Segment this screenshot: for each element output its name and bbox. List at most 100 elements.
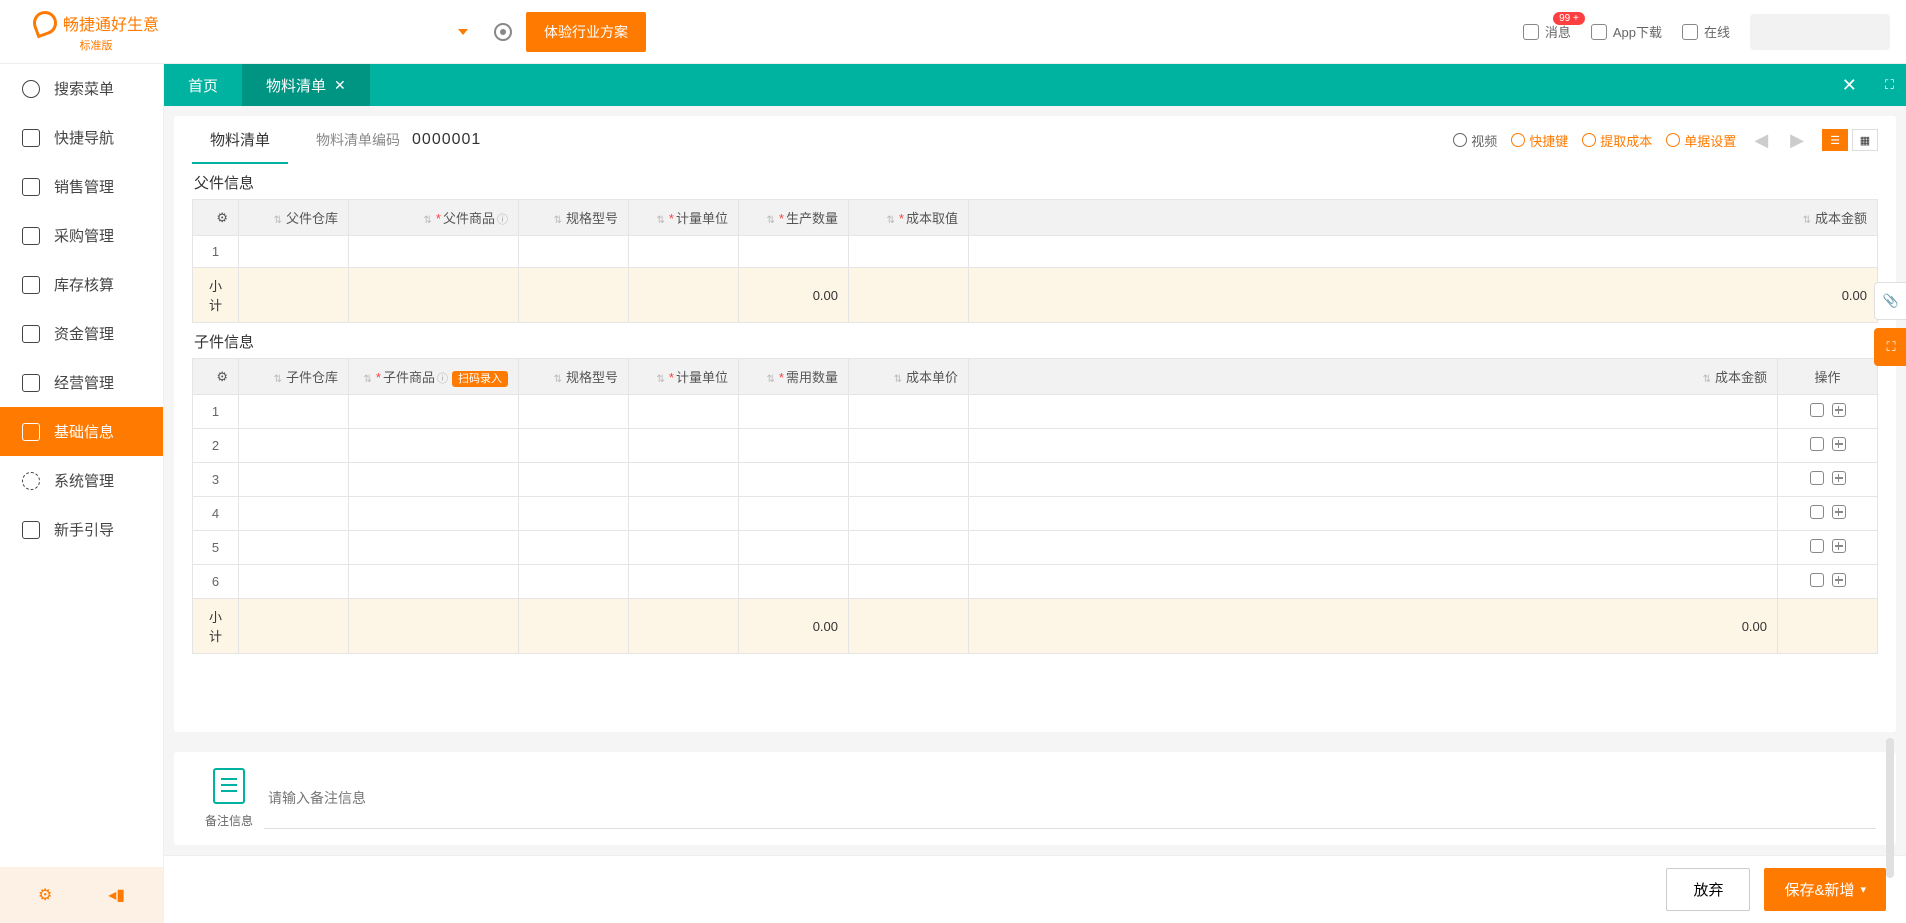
- user-profile-area[interactable]: [1750, 14, 1890, 50]
- add-row-icon[interactable]: [1832, 539, 1846, 553]
- cell-child-unit-cost[interactable]: [849, 395, 969, 429]
- col-parent-unit[interactable]: ⇅*计量单位: [629, 200, 739, 236]
- view-list-button[interactable]: ☰: [1822, 129, 1848, 151]
- delete-row-icon[interactable]: [1810, 471, 1824, 485]
- sidebar-item-system[interactable]: 系统管理: [0, 456, 163, 505]
- cell-parent-qty[interactable]: [739, 236, 849, 268]
- delete-row-icon[interactable]: [1810, 437, 1824, 451]
- online-support-link[interactable]: 在线: [1682, 22, 1730, 41]
- cell-child-qty[interactable]: [739, 565, 849, 599]
- col-config-icon[interactable]: ⚙: [193, 200, 239, 236]
- cell-child-cost-amount[interactable]: [969, 565, 1778, 599]
- sidebar-item-quicknav[interactable]: 快捷导航: [0, 113, 163, 162]
- col-child-spec[interactable]: ⇅规格型号: [519, 359, 629, 395]
- delete-row-icon[interactable]: [1810, 573, 1824, 587]
- cell-child-unit[interactable]: [629, 497, 739, 531]
- view-card-button[interactable]: ▦: [1852, 129, 1878, 151]
- app-download-link[interactable]: App下载: [1591, 22, 1662, 41]
- cell-child-qty[interactable]: [739, 429, 849, 463]
- cell-child-unit-cost[interactable]: [849, 565, 969, 599]
- discard-button[interactable]: 放弃: [1666, 868, 1750, 911]
- delete-row-icon[interactable]: [1810, 403, 1824, 417]
- sidebar-item-funds[interactable]: 资金管理: [0, 309, 163, 358]
- prev-doc-icon[interactable]: ◀: [1750, 130, 1772, 151]
- sidebar-settings-icon[interactable]: ⚙: [38, 885, 52, 905]
- cell-child-warehouse[interactable]: [239, 463, 349, 497]
- cell-child-spec[interactable]: [519, 531, 629, 565]
- org-selector[interactable]: [200, 29, 480, 35]
- col-child-product[interactable]: ⇅*子件商品ⓘ扫码录入: [349, 359, 519, 395]
- cell-child-qty[interactable]: [739, 497, 849, 531]
- cell-child-unit[interactable]: [629, 531, 739, 565]
- sidebar-item-inventory[interactable]: 库存核算: [0, 260, 163, 309]
- cell-parent-spec[interactable]: [519, 236, 629, 268]
- panel-tab-bom[interactable]: 物料清单: [192, 117, 288, 164]
- cell-child-spec[interactable]: [519, 497, 629, 531]
- cell-child-qty[interactable]: [739, 395, 849, 429]
- add-row-icon[interactable]: [1832, 573, 1846, 587]
- sidebar-item-operations[interactable]: 经营管理: [0, 358, 163, 407]
- cell-child-warehouse[interactable]: [239, 429, 349, 463]
- col-parent-cost-method[interactable]: ⇅*成本取值: [849, 200, 969, 236]
- tabs-close-all-icon[interactable]: ✕: [1826, 64, 1873, 106]
- col-parent-cost-amount[interactable]: ⇅成本金额: [969, 200, 1878, 236]
- add-row-icon[interactable]: [1832, 403, 1846, 417]
- attachment-floater-icon[interactable]: 📎: [1874, 282, 1906, 320]
- cell-child-product[interactable]: [349, 429, 519, 463]
- cell-child-product[interactable]: [349, 565, 519, 599]
- cell-child-unit-cost[interactable]: [849, 463, 969, 497]
- cell-child-spec[interactable]: [519, 429, 629, 463]
- tab-bom[interactable]: 物料清单 ✕: [242, 64, 370, 106]
- col-child-unit-cost[interactable]: ⇅成本单价: [849, 359, 969, 395]
- cell-child-warehouse[interactable]: [239, 565, 349, 599]
- cell-child-unit[interactable]: [629, 565, 739, 599]
- cell-child-qty[interactable]: [739, 463, 849, 497]
- cell-child-spec[interactable]: [519, 565, 629, 599]
- cell-child-cost-amount[interactable]: [969, 497, 1778, 531]
- child-row[interactable]: 5: [193, 531, 1878, 565]
- cell-child-cost-amount[interactable]: [969, 463, 1778, 497]
- cell-parent-product[interactable]: [349, 236, 519, 268]
- cell-child-cost-amount[interactable]: [969, 395, 1778, 429]
- cell-child-unit[interactable]: [629, 429, 739, 463]
- industry-demo-button[interactable]: 体验行业方案: [526, 12, 646, 52]
- sidebar-item-purchase[interactable]: 采购管理: [0, 211, 163, 260]
- col-parent-qty[interactable]: ⇅*生产数量: [739, 200, 849, 236]
- brand-logo[interactable]: 畅捷通好生意 标准版: [16, 11, 176, 53]
- cell-child-cost-amount[interactable]: [969, 429, 1778, 463]
- delete-row-icon[interactable]: [1810, 539, 1824, 553]
- remark-input[interactable]: [264, 768, 1876, 829]
- cell-child-spec[interactable]: [519, 463, 629, 497]
- col-parent-warehouse[interactable]: ⇅父件仓库: [239, 200, 349, 236]
- scan-entry-badge[interactable]: 扫码录入: [452, 371, 508, 387]
- child-row[interactable]: 1: [193, 395, 1878, 429]
- expand-floater-icon[interactable]: ⛶: [1874, 328, 1906, 366]
- col-child-warehouse[interactable]: ⇅子件仓库: [239, 359, 349, 395]
- tab-close-icon[interactable]: ✕: [334, 77, 346, 94]
- sidebar-item-guide[interactable]: 新手引导: [0, 505, 163, 554]
- cell-child-unit-cost[interactable]: [849, 497, 969, 531]
- col-parent-product[interactable]: ⇅*父件商品ⓘ: [349, 200, 519, 236]
- cell-parent-warehouse[interactable]: [239, 236, 349, 268]
- col-child-unit[interactable]: ⇅*计量单位: [629, 359, 739, 395]
- child-row[interactable]: 4: [193, 497, 1878, 531]
- child-grid-scrollbar[interactable]: [1886, 738, 1894, 878]
- next-doc-icon[interactable]: ▶: [1786, 130, 1808, 151]
- cell-child-product[interactable]: [349, 463, 519, 497]
- cell-child-qty[interactable]: [739, 531, 849, 565]
- child-row[interactable]: 2: [193, 429, 1878, 463]
- doc-settings-link[interactable]: 单据设置: [1666, 131, 1736, 150]
- cell-child-product[interactable]: [349, 497, 519, 531]
- settings-gear-icon[interactable]: [494, 23, 512, 41]
- cell-child-cost-amount[interactable]: [969, 531, 1778, 565]
- cell-child-product[interactable]: [349, 531, 519, 565]
- add-row-icon[interactable]: [1832, 437, 1846, 451]
- add-row-icon[interactable]: [1832, 505, 1846, 519]
- sidebar-item-basedata[interactable]: 基础信息: [0, 407, 163, 456]
- sidebar-item-search[interactable]: 搜索菜单: [0, 64, 163, 113]
- add-row-icon[interactable]: [1832, 471, 1846, 485]
- col-child-qty[interactable]: ⇅*需用数量: [739, 359, 849, 395]
- col-config-icon[interactable]: ⚙: [193, 359, 239, 395]
- delete-row-icon[interactable]: [1810, 505, 1824, 519]
- tabs-expand-icon[interactable]: ⛶: [1873, 64, 1906, 106]
